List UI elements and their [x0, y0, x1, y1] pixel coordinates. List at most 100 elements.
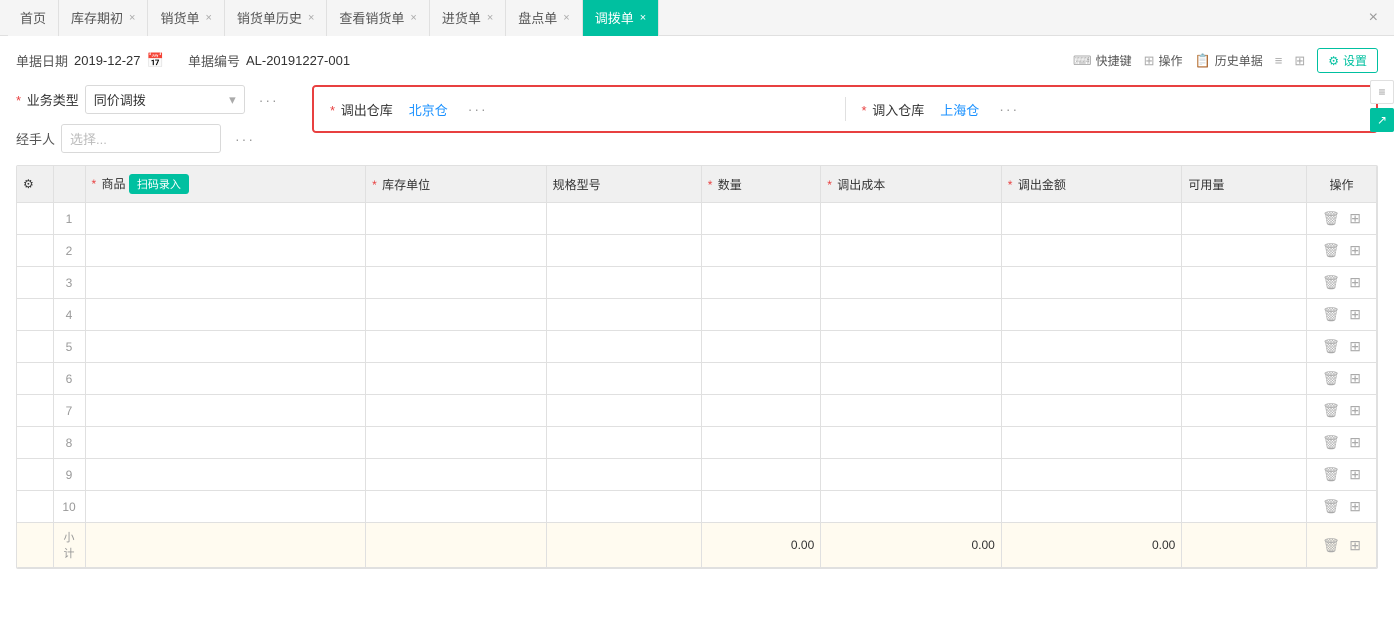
row-spec-cell[interactable] — [546, 267, 701, 299]
close-icon[interactable]: × — [410, 12, 416, 24]
row-cost-cell[interactable] — [821, 363, 1002, 395]
close-icon[interactable]: × — [640, 12, 646, 24]
calendar-icon[interactable]: 📅 — [147, 52, 164, 69]
transfer-in-more-button[interactable]: ··· — [999, 101, 1019, 117]
shortcuts-action[interactable]: ⌨ 快捷键 — [1073, 52, 1132, 69]
row-unit-cell[interactable] — [366, 395, 547, 427]
row-cost-cell[interactable] — [821, 491, 1002, 523]
delete-icon[interactable]: 🗑 — [1322, 242, 1340, 258]
row-unit-cell[interactable] — [366, 203, 547, 235]
row-product-cell[interactable] — [85, 331, 366, 363]
close-icon[interactable]: × — [205, 12, 211, 24]
copy-icon[interactable]: ⊞ — [1349, 537, 1361, 553]
operations-action[interactable]: ⊞ 操作 — [1144, 52, 1183, 69]
row-cost-cell[interactable] — [821, 299, 1002, 331]
layout-grid-action[interactable]: ⊞ — [1294, 53, 1305, 69]
row-product-cell[interactable] — [85, 203, 366, 235]
copy-icon[interactable]: ⊞ — [1349, 242, 1361, 258]
delete-icon[interactable]: 🗑 — [1322, 434, 1340, 450]
row-qty-cell[interactable] — [701, 459, 821, 491]
row-cost-cell[interactable] — [821, 331, 1002, 363]
row-cost-cell[interactable] — [821, 395, 1002, 427]
tab-purchase[interactable]: 进货单 × — [430, 0, 506, 36]
right-panel-list-button[interactable]: ≡ — [1370, 80, 1394, 104]
row-spec-cell[interactable] — [546, 331, 701, 363]
handler-more-button[interactable]: ··· — [235, 131, 255, 147]
business-type-more-button[interactable]: ··· — [259, 92, 279, 108]
row-spec-cell[interactable] — [546, 203, 701, 235]
row-cost-cell[interactable] — [821, 203, 1002, 235]
delete-icon[interactable]: 🗑 — [1322, 537, 1340, 553]
row-qty-cell[interactable] — [701, 427, 821, 459]
row-spec-cell[interactable] — [546, 427, 701, 459]
delete-icon[interactable]: 🗑 — [1322, 402, 1340, 418]
row-unit-cell[interactable] — [366, 491, 547, 523]
row-product-cell[interactable] — [85, 491, 366, 523]
tab-view-sales[interactable]: 查看销货单 × — [327, 0, 429, 36]
row-cost-cell[interactable] — [821, 427, 1002, 459]
tab-sales-order[interactable]: 销货单 × — [148, 0, 224, 36]
row-amount-cell[interactable] — [1001, 491, 1182, 523]
row-qty-cell[interactable] — [701, 203, 821, 235]
row-spec-cell[interactable] — [546, 363, 701, 395]
row-cost-cell[interactable] — [821, 459, 1002, 491]
copy-icon[interactable]: ⊞ — [1349, 210, 1361, 226]
scan-entry-button[interactable]: 扫码录入 — [129, 174, 189, 194]
copy-icon[interactable]: ⊞ — [1349, 338, 1361, 354]
row-cost-cell[interactable] — [821, 267, 1002, 299]
history-action[interactable]: 📋 历史单据 — [1195, 52, 1263, 69]
row-unit-cell[interactable] — [366, 299, 547, 331]
row-spec-cell[interactable] — [546, 395, 701, 427]
tab-stocktake[interactable]: 盘点单 × — [506, 0, 582, 36]
close-icon[interactable]: × — [563, 12, 569, 24]
row-amount-cell[interactable] — [1001, 203, 1182, 235]
row-qty-cell[interactable] — [701, 267, 821, 299]
copy-icon[interactable]: ⊞ — [1349, 274, 1361, 290]
row-amount-cell[interactable] — [1001, 235, 1182, 267]
delete-icon[interactable]: 🗑 — [1322, 210, 1340, 226]
copy-icon[interactable]: ⊞ — [1349, 306, 1361, 322]
row-product-cell[interactable] — [85, 459, 366, 491]
copy-icon[interactable]: ⊞ — [1349, 466, 1361, 482]
row-qty-cell[interactable] — [701, 299, 821, 331]
row-unit-cell[interactable] — [366, 363, 547, 395]
delete-icon[interactable]: 🗑 — [1322, 274, 1340, 290]
handler-select[interactable]: 选择... — [61, 124, 221, 153]
close-icon[interactable]: × — [308, 12, 314, 24]
row-product-cell[interactable] — [85, 299, 366, 331]
tab-sales-history[interactable]: 销货单历史 × — [225, 0, 327, 36]
close-icon[interactable]: × — [129, 12, 135, 24]
transfer-out-more-button[interactable]: ··· — [468, 101, 488, 117]
row-cost-cell[interactable] — [821, 235, 1002, 267]
row-amount-cell[interactable] — [1001, 299, 1182, 331]
tab-inventory-init[interactable]: 库存期初 × — [59, 0, 148, 36]
delete-icon[interactable]: 🗑 — [1322, 466, 1340, 482]
copy-icon[interactable]: ⊞ — [1349, 434, 1361, 450]
copy-icon[interactable]: ⊞ — [1349, 402, 1361, 418]
row-unit-cell[interactable] — [366, 267, 547, 299]
row-qty-cell[interactable] — [701, 395, 821, 427]
row-qty-cell[interactable] — [701, 363, 821, 395]
th-settings[interactable]: ⚙ — [17, 166, 53, 203]
row-product-cell[interactable] — [85, 267, 366, 299]
row-product-cell[interactable] — [85, 427, 366, 459]
row-product-cell[interactable] — [85, 235, 366, 267]
right-panel-external-button[interactable]: ↗ — [1370, 108, 1394, 132]
row-product-cell[interactable] — [85, 363, 366, 395]
row-spec-cell[interactable] — [546, 235, 701, 267]
row-amount-cell[interactable] — [1001, 395, 1182, 427]
row-unit-cell[interactable] — [366, 235, 547, 267]
row-unit-cell[interactable] — [366, 427, 547, 459]
layout-list-action[interactable]: ≡ — [1275, 53, 1283, 68]
close-icon[interactable]: × — [487, 12, 493, 24]
delete-icon[interactable]: 🗑 — [1322, 498, 1340, 514]
row-qty-cell[interactable] — [701, 331, 821, 363]
delete-icon[interactable]: 🗑 — [1322, 306, 1340, 322]
tab-transfer[interactable]: 调拨单 × — [583, 0, 659, 36]
row-amount-cell[interactable] — [1001, 331, 1182, 363]
row-unit-cell[interactable] — [366, 459, 547, 491]
window-close-button[interactable]: × — [1361, 9, 1386, 27]
row-amount-cell[interactable] — [1001, 459, 1182, 491]
delete-icon[interactable]: 🗑 — [1322, 370, 1340, 386]
row-qty-cell[interactable] — [701, 235, 821, 267]
